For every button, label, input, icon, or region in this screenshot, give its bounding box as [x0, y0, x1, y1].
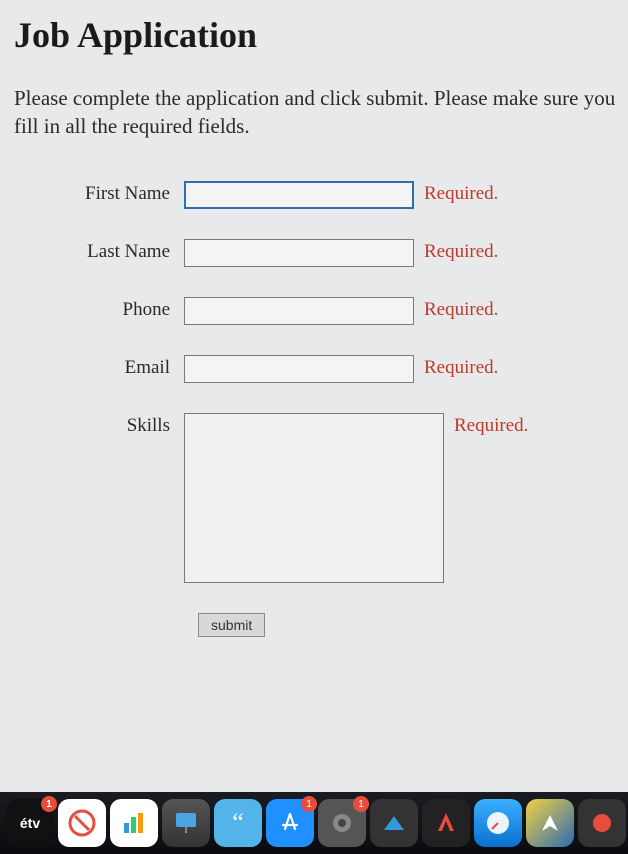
dock-app-safari[interactable] [474, 799, 522, 847]
first-name-label: First Name [64, 181, 184, 205]
first-name-input[interactable] [184, 181, 414, 209]
submit-button[interactable]: submit [198, 613, 265, 637]
first-name-required: Required. [414, 181, 498, 205]
dock-app-settings[interactable]: 1 [318, 799, 366, 847]
skills-input[interactable] [184, 413, 444, 583]
phone-row: Phone Required. [64, 297, 628, 325]
last-name-input[interactable] [184, 239, 414, 267]
quotes-icon: “ [232, 808, 244, 838]
app-icon [591, 812, 613, 834]
gear-icon [328, 809, 356, 837]
last-name-required: Required. [414, 239, 498, 263]
adobe-icon [432, 809, 460, 837]
news-icon [68, 809, 96, 837]
phone-required: Required. [414, 297, 498, 321]
badge-icon: 1 [41, 796, 57, 812]
dock-app-keynote[interactable] [162, 799, 210, 847]
badge-icon: 1 [301, 796, 317, 812]
bar-chart-icon [120, 809, 148, 837]
email-input[interactable] [184, 355, 414, 383]
dock-app-news[interactable] [58, 799, 106, 847]
dock-app-preview[interactable] [370, 799, 418, 847]
dock-app-adobe[interactable] [422, 799, 470, 847]
page-title: Job Application [14, 14, 628, 56]
apple-tv-icon: étv [20, 815, 40, 831]
skills-required: Required. [444, 413, 528, 437]
preview-icon [384, 816, 404, 830]
dock-app-tv[interactable]: étv 1 [6, 799, 54, 847]
last-name-row: Last Name Required. [64, 239, 628, 267]
rocket-icon [538, 811, 562, 835]
application-form: First Name Required. Last Name Required.… [14, 181, 628, 637]
email-label: Email [64, 355, 184, 379]
dock-app-appstore[interactable]: 1 [266, 799, 314, 847]
safari-icon [484, 809, 512, 837]
email-required: Required. [414, 355, 498, 379]
phone-label: Phone [64, 297, 184, 321]
skills-row: Skills Required. [64, 413, 628, 583]
instructions-text: Please complete the application and clic… [14, 84, 628, 141]
dock-app-stocks[interactable] [110, 799, 158, 847]
phone-input[interactable] [184, 297, 414, 325]
keynote-icon [172, 809, 200, 837]
email-row: Email Required. [64, 355, 628, 383]
first-name-row: First Name Required. [64, 181, 628, 209]
app-store-icon [276, 809, 304, 837]
badge-icon: 1 [353, 796, 369, 812]
dock-app-notes[interactable]: “ [214, 799, 262, 847]
last-name-label: Last Name [64, 239, 184, 263]
skills-label: Skills [64, 413, 184, 437]
dock-app-launchpad[interactable] [526, 799, 574, 847]
macos-dock: étv 1 “ 1 1 [0, 792, 628, 854]
dock-app-generic[interactable] [578, 799, 626, 847]
